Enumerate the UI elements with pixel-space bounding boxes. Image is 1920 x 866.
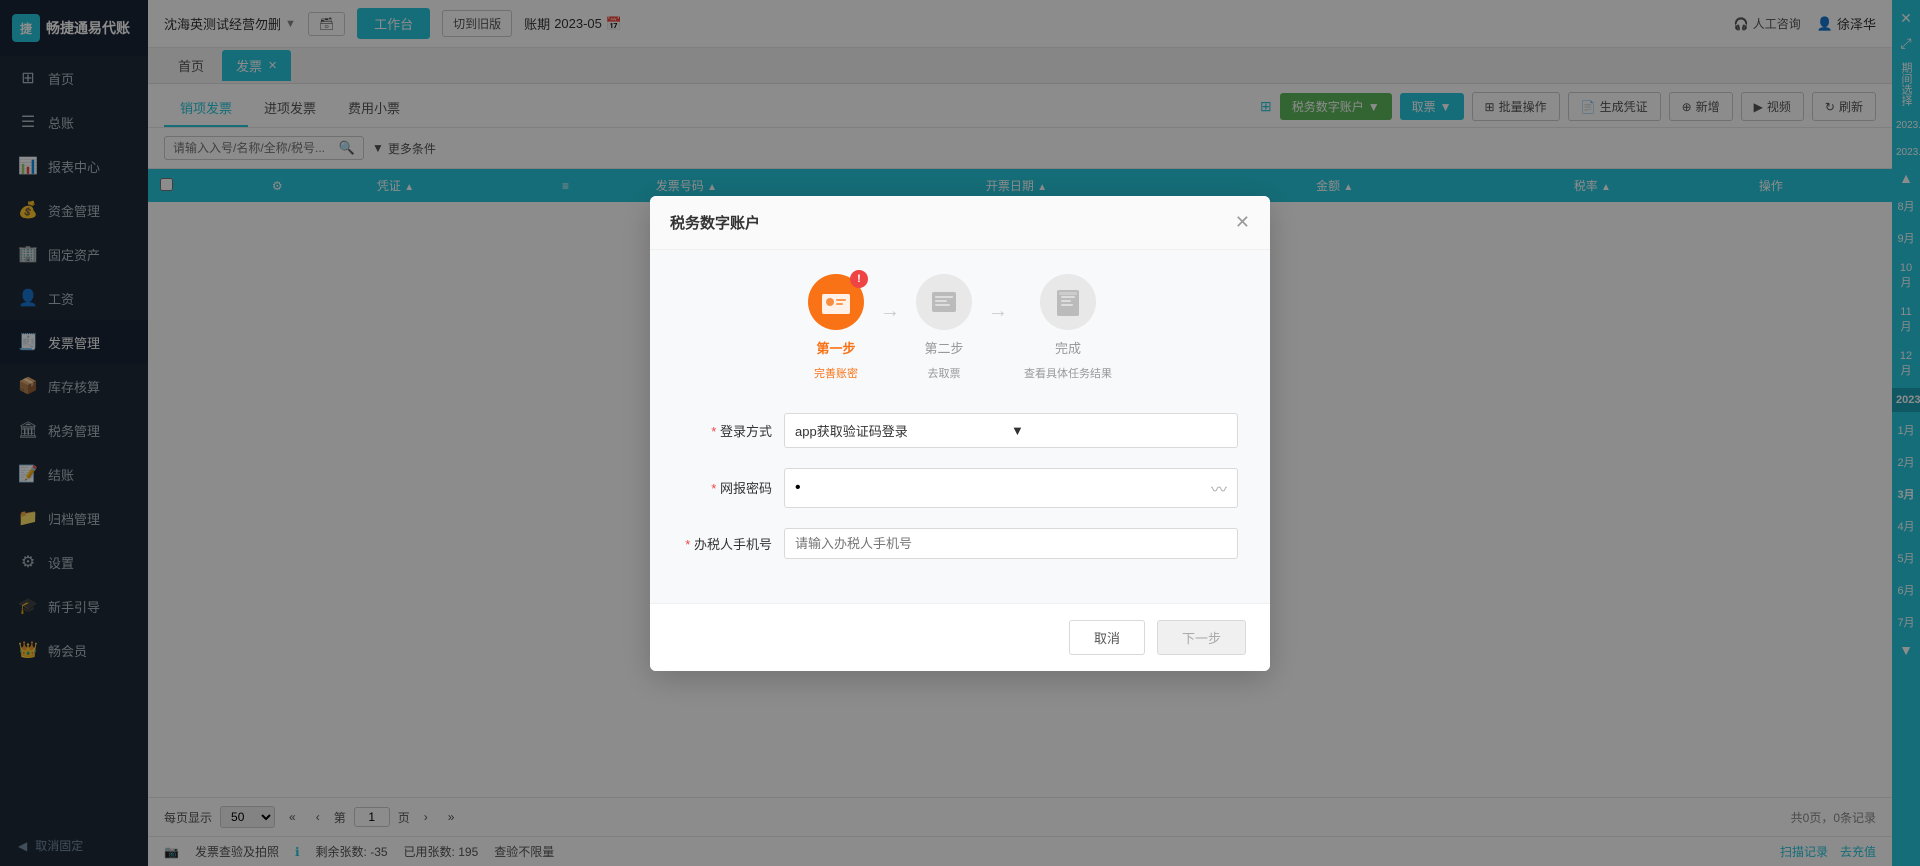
step-arrow-1: → xyxy=(880,300,900,323)
step1-desc: 完善账密 xyxy=(814,365,858,381)
step1-icon: ! xyxy=(808,274,864,330)
required-star-2: * xyxy=(711,481,716,496)
step2-icon xyxy=(916,274,972,330)
phone-input[interactable] xyxy=(784,528,1238,559)
modal-form: * 登录方式 app获取验证码登录 ▼ * 网报密码 xyxy=(682,413,1238,559)
modal-title: 税务数字账户 xyxy=(670,212,760,233)
step3-desc: 查看具体任务结果 xyxy=(1024,365,1112,381)
password-label: * 网报密码 xyxy=(682,478,772,497)
step1-label: 第一步 xyxy=(816,338,855,357)
step-2: 第二步 去取票 xyxy=(916,274,972,381)
phone-row: * 办税人手机号 xyxy=(682,528,1238,559)
password-row: * 网报密码 〰 xyxy=(682,468,1238,508)
login-method-select[interactable]: app获取验证码登录 ▼ xyxy=(784,413,1238,448)
modal-overlay: 税务数字账户 ✕ ! 第一步 xyxy=(0,0,1920,866)
step-3: 完成 查看具体任务结果 xyxy=(1024,274,1112,381)
step1-error-badge: ! xyxy=(850,270,868,288)
cancel-button[interactable]: 取消 xyxy=(1069,620,1145,655)
next-button[interactable]: 下一步 xyxy=(1157,620,1246,655)
login-method-label: * 登录方式 xyxy=(682,421,772,440)
password-field[interactable]: 〰 xyxy=(784,468,1238,508)
ticket-icon xyxy=(928,286,960,318)
required-star: * xyxy=(711,424,716,439)
step3-label: 完成 xyxy=(1055,338,1081,357)
step2-desc: 去取票 xyxy=(928,365,961,381)
step-arrow-2: → xyxy=(988,300,1008,323)
phone-label: * 办税人手机号 xyxy=(682,534,772,553)
step-1: ! 第一步 完善账密 xyxy=(808,274,864,381)
modal-footer: 取消 下一步 xyxy=(650,603,1270,671)
login-method-row: * 登录方式 app获取验证码登录 ▼ xyxy=(682,413,1238,448)
select-dropdown-icon: ▼ xyxy=(1011,423,1227,438)
tax-account-modal: 税务数字账户 ✕ ! 第一步 xyxy=(650,196,1270,671)
login-method-value: app获取验证码登录 xyxy=(795,421,1011,440)
checklist-icon xyxy=(1052,286,1084,318)
step3-icon xyxy=(1040,274,1096,330)
modal-body: ! 第一步 完善账密 → xyxy=(650,250,1270,603)
steps-indicator: ! 第一步 完善账密 → xyxy=(682,274,1238,381)
password-input[interactable] xyxy=(795,479,1211,497)
modal-close-button[interactable]: ✕ xyxy=(1235,213,1250,231)
id-card-icon xyxy=(820,286,852,318)
step2-label: 第二步 xyxy=(924,338,963,357)
toggle-password-icon[interactable]: 〰 xyxy=(1211,476,1227,500)
required-star-3: * xyxy=(685,537,690,552)
modal-header: 税务数字账户 ✕ xyxy=(650,196,1270,250)
